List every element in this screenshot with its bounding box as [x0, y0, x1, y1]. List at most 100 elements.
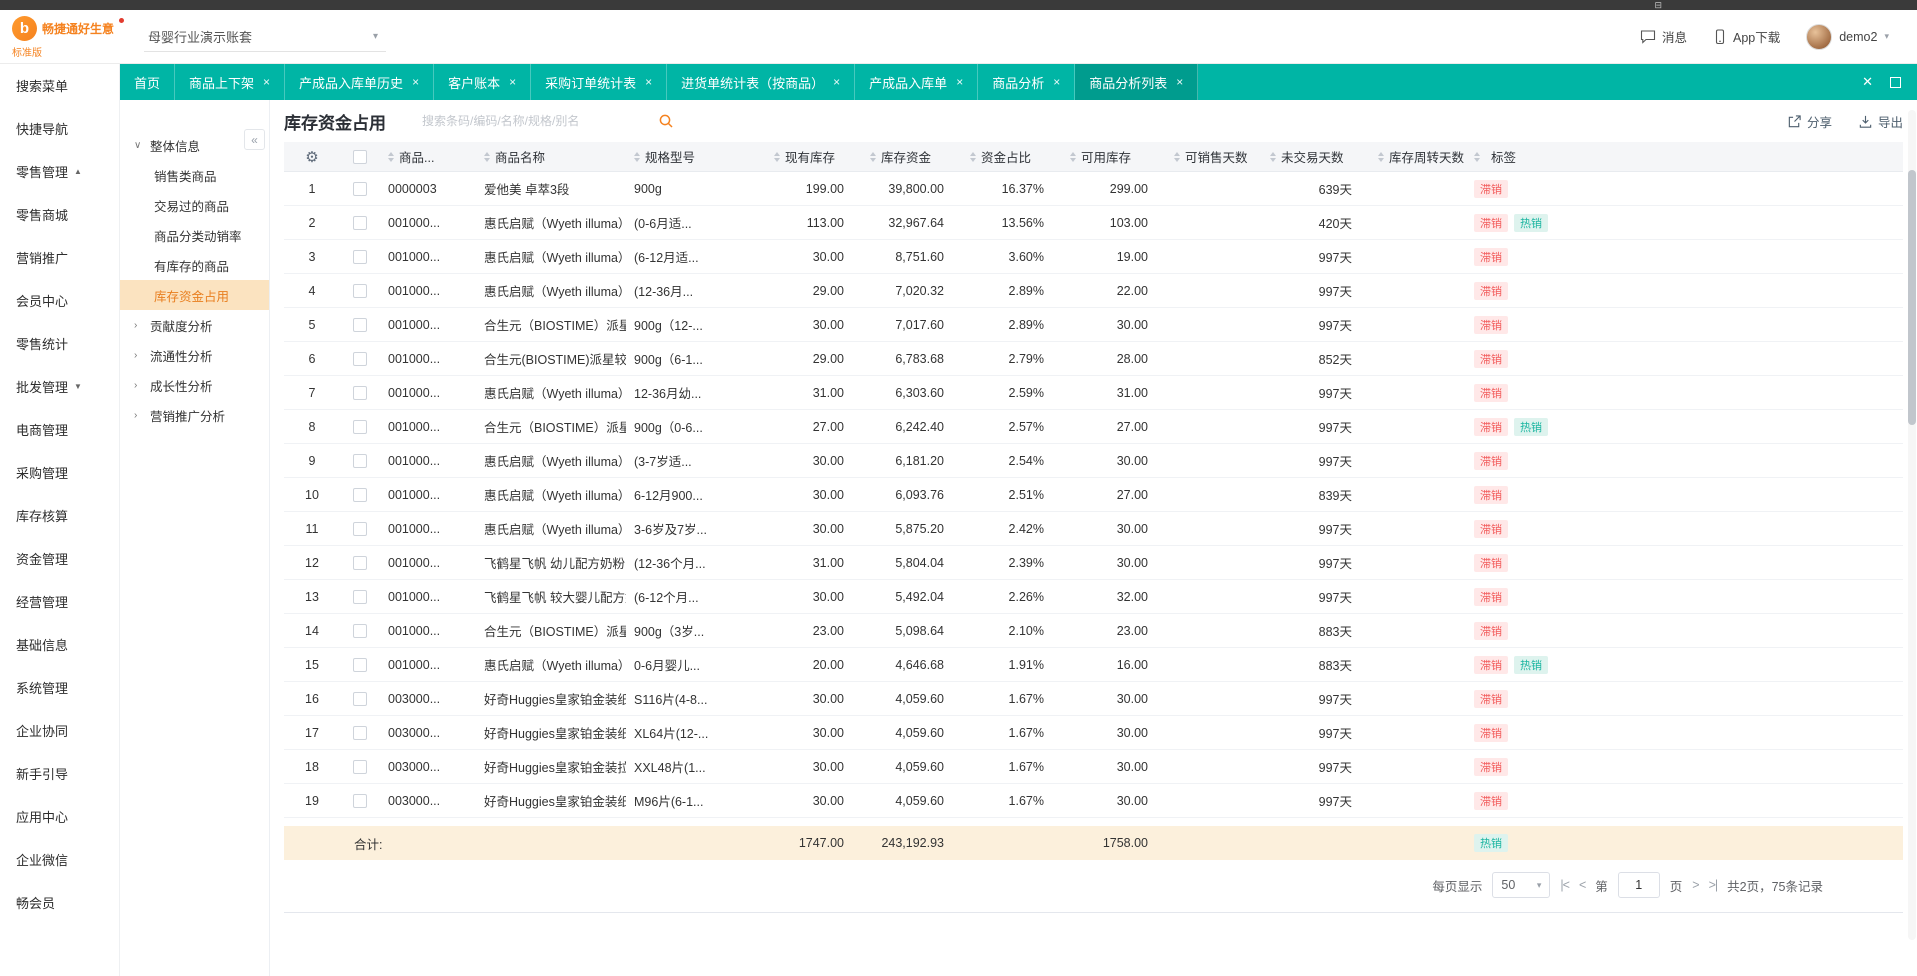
page-input[interactable] — [1617, 872, 1660, 898]
table-row[interactable]: 1 0000003 爱他美 卓萃3段 900g 199.00 39,800.00 16.37… — [284, 172, 1903, 206]
sidebar-item[interactable]: 会员中心 — [0, 279, 119, 322]
sidebar-item[interactable]: 基础信息 — [0, 623, 119, 666]
row-checkbox[interactable] — [353, 419, 367, 434]
row-checkbox[interactable] — [353, 351, 367, 366]
table-row[interactable]: 9 001000... 惠氏启赋（Wyeth illuma） (3-7岁适... 30.… — [284, 444, 1903, 478]
row-checkbox[interactable] — [353, 317, 367, 332]
table-row[interactable]: 12 001000... 飞鹤星飞帆 幼儿配方奶粉 3 (12-36个月... 31.0… — [284, 546, 1903, 580]
sidebar-item[interactable]: 企业微信 — [0, 838, 119, 881]
tree-item[interactable]: 库存资金占用 — [120, 280, 269, 310]
column-header-avail[interactable]: 可用库存 — [1062, 147, 1166, 166]
sidebar-item[interactable]: 畅会员 — [0, 881, 119, 924]
close-tab-icon[interactable]: × — [1053, 76, 1060, 88]
user-menu[interactable]: demo2 ▾ — [1806, 23, 1889, 50]
tab-item[interactable]: 商品上下架 × — [175, 64, 286, 100]
table-row[interactable]: 15 001000... 惠氏启赋（Wyeth illuma） 0-6月婴儿... 20… — [284, 648, 1903, 682]
sidebar-item[interactable]: 新手引导 — [0, 752, 119, 795]
sidebar-item[interactable]: 快捷导航 — [0, 107, 119, 150]
account-dropdown[interactable]: 母婴行业演示账套 ▾ — [144, 22, 386, 52]
table-row[interactable]: 18 003000... 好奇Huggies皇家铂金装拉拉 XXL48片(1... 30… — [284, 750, 1903, 784]
table-row[interactable]: 4 001000... 惠氏启赋（Wyeth illuma） (12-36月... 29… — [284, 274, 1903, 308]
table-row[interactable]: 13 001000... 飞鹤星飞帆 较大婴儿配方奶 (6-12个月... 30.00 5… — [284, 580, 1903, 614]
column-header-ratio[interactable]: 资金占比 — [962, 147, 1062, 166]
tree-item[interactable]: 交易过的商品 — [120, 190, 269, 220]
tab-item[interactable]: 采购订单统计表 × — [531, 64, 668, 100]
search-icon[interactable] — [658, 113, 674, 129]
tab-item[interactable]: 产成品入库单历史 × — [285, 64, 435, 100]
window-control-icon[interactable]: ⊟ — [1654, 0, 1662, 10]
tree-item[interactable]: 销售类商品 — [120, 160, 269, 190]
close-tab-icon[interactable]: × — [645, 76, 652, 88]
page-size-select[interactable]: 50 ▾ — [1492, 872, 1551, 898]
row-checkbox[interactable] — [353, 521, 367, 536]
table-row[interactable]: 2 001000... 惠氏启赋（Wyeth illuma） (0-6月适... 113… — [284, 206, 1903, 240]
sidebar-item[interactable]: 批发管理 ▼ — [0, 365, 119, 408]
sort-icon[interactable] — [970, 151, 976, 162]
export-button[interactable]: 导出 — [1858, 112, 1903, 131]
tab-item[interactable]: 客户账本 × — [434, 64, 532, 100]
sidebar-item[interactable]: 库存核算 — [0, 494, 119, 537]
search-input[interactable] — [422, 114, 652, 128]
sidebar-item[interactable]: 系统管理 — [0, 666, 119, 709]
collapse-panel-button[interactable]: « — [244, 129, 265, 150]
sidebar-item[interactable]: 应用中心 — [0, 795, 119, 838]
row-checkbox[interactable] — [353, 249, 367, 264]
row-checkbox[interactable] — [353, 555, 367, 570]
sort-icon[interactable] — [1378, 151, 1384, 162]
close-all-tabs-icon[interactable]: ✕ — [1862, 74, 1873, 90]
row-checkbox[interactable] — [353, 453, 367, 468]
table-row[interactable]: 10 001000... 惠氏启赋（Wyeth illuma） 6-12月900...… — [284, 478, 1903, 512]
share-button[interactable]: 分享 — [1787, 112, 1832, 131]
column-header-notrade[interactable]: 未交易天数 — [1262, 147, 1370, 166]
sidebar-item[interactable]: 采购管理 — [0, 451, 119, 494]
row-checkbox[interactable] — [353, 759, 367, 774]
row-checkbox[interactable] — [353, 385, 367, 400]
sidebar-item[interactable]: 营销推广 — [0, 236, 119, 279]
table-row[interactable]: 6 001000... 合生元(BIOSTIME)派星较大 900g（6-1... 29… — [284, 342, 1903, 376]
table-row[interactable]: 14 001000... 合生元（BIOSTIME）派星 3 900g（3岁... 23… — [284, 614, 1903, 648]
sidebar-item[interactable]: 零售管理 ▲ — [0, 150, 119, 193]
sidebar-item[interactable]: 零售商城 — [0, 193, 119, 236]
sort-icon[interactable] — [1174, 151, 1180, 162]
column-header-turn[interactable]: 库存周转天数 — [1370, 147, 1466, 166]
column-header-code[interactable]: 商品... — [380, 147, 476, 166]
table-row[interactable]: 11 001000... 惠氏启赋（Wyeth illuma） 3-6岁及7岁... 3… — [284, 512, 1903, 546]
table-row[interactable]: 3 001000... 惠氏启赋（Wyeth illuma） (6-12月适... 30… — [284, 240, 1903, 274]
tree-item[interactable]: › 成长性分析 — [120, 370, 269, 400]
sort-icon[interactable] — [1474, 151, 1480, 162]
close-tab-icon[interactable]: × — [509, 76, 516, 88]
row-checkbox[interactable] — [353, 725, 367, 740]
tree-item[interactable]: › 营销推广分析 — [120, 400, 269, 430]
tab-item[interactable]: 产成品入库单 × — [855, 64, 979, 100]
first-page-button[interactable]: |< — [1560, 878, 1569, 892]
table-row[interactable]: 7 001000... 惠氏启赋（Wyeth illuma） 12-36月幼... 31… — [284, 376, 1903, 410]
table-row[interactable]: 8 001000... 合生元（BIOSTIME）派星 1 900g（0-6... 27… — [284, 410, 1903, 444]
row-checkbox[interactable] — [353, 793, 367, 808]
close-tab-icon[interactable]: × — [263, 76, 270, 88]
row-checkbox[interactable] — [353, 215, 367, 230]
sidebar-item[interactable]: 搜索菜单 — [0, 64, 119, 107]
sidebar-item[interactable]: 经营管理 — [0, 580, 119, 623]
sidebar-item[interactable]: 企业协同 — [0, 709, 119, 752]
column-header-amount[interactable]: 库存资金 — [862, 147, 962, 166]
sort-icon[interactable] — [388, 151, 394, 162]
sidebar-item[interactable]: 电商管理 — [0, 408, 119, 451]
close-tab-icon[interactable]: × — [412, 76, 419, 88]
sidebar-item[interactable]: 资金管理 — [0, 537, 119, 580]
table-row[interactable]: 17 003000... 好奇Huggies皇家铂金装纸尿 XL64片(12-... 3… — [284, 716, 1903, 750]
prev-page-button[interactable]: < — [1579, 878, 1586, 892]
sort-icon[interactable] — [1270, 151, 1276, 162]
tab-item[interactable]: 首页 — [120, 64, 176, 100]
column-header-tags[interactable]: 标签 — [1466, 147, 1903, 166]
sort-icon[interactable] — [484, 151, 490, 162]
sidebar-item[interactable]: 零售统计 — [0, 322, 119, 365]
column-header-stock[interactable]: 现有库存 — [766, 147, 862, 166]
tab-item[interactable]: 进货单统计表（按商品） × — [667, 64, 856, 100]
messages-button[interactable]: 消息 — [1640, 27, 1687, 46]
sort-icon[interactable] — [634, 151, 640, 162]
tree-item[interactable]: › 贡献度分析 — [120, 310, 269, 340]
table-row[interactable]: 19 003000... 好奇Huggies皇家铂金装纸尿 M96片(6-1... 30… — [284, 784, 1903, 818]
tree-item[interactable]: 有库存的商品 — [120, 250, 269, 280]
scrollbar-thumb[interactable] — [1908, 170, 1916, 425]
next-page-button[interactable]: > — [1692, 878, 1699, 892]
